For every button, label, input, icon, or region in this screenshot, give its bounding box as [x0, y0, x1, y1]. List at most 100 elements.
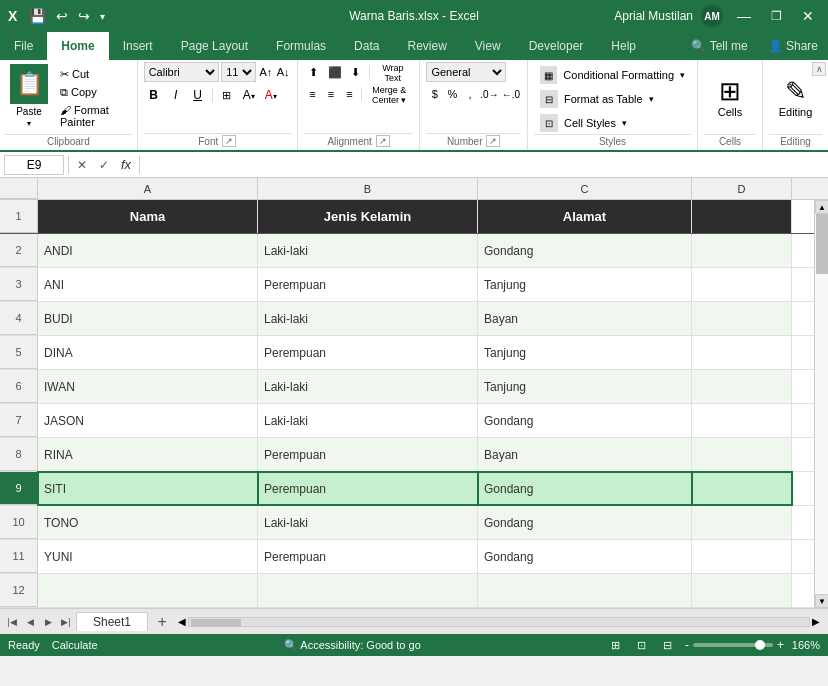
cell[interactable]: TONO	[38, 506, 258, 539]
bold-button[interactable]: B	[144, 85, 164, 105]
col-header-d[interactable]: D	[692, 178, 792, 199]
cell[interactable]	[692, 370, 792, 403]
tab-help[interactable]: Help	[597, 32, 650, 60]
cell[interactable]: DINA	[38, 336, 258, 369]
tab-formulas[interactable]: Formulas	[262, 32, 340, 60]
right-align-button[interactable]: ≡	[341, 84, 358, 104]
increase-font-size-button[interactable]: A↑	[258, 63, 273, 81]
tab-developer[interactable]: Developer	[515, 32, 598, 60]
col-header-a[interactable]: A	[38, 178, 258, 199]
h-scroll-left-button[interactable]: ◀	[178, 616, 186, 627]
scroll-track[interactable]	[815, 214, 828, 594]
cell[interactable]	[692, 438, 792, 471]
h-scroll-right-button[interactable]: ▶	[812, 616, 820, 627]
cancel-formula-button[interactable]: ✕	[73, 156, 91, 174]
collapse-ribbon-button[interactable]: ∧	[812, 62, 826, 76]
formula-input[interactable]	[144, 155, 824, 175]
share-button[interactable]: 👤 Share	[758, 32, 828, 60]
cell[interactable]: Nama	[38, 200, 258, 233]
qat-dropdown-button[interactable]: ▾	[98, 9, 107, 24]
tab-page-layout[interactable]: Page Layout	[167, 32, 262, 60]
cell[interactable]	[692, 506, 792, 539]
fill-color-button[interactable]: A▾	[239, 85, 259, 105]
cell[interactable]: Tanjung	[478, 370, 692, 403]
cell[interactable]	[692, 472, 792, 505]
sheet-nav-last-button[interactable]: ▶|	[58, 614, 74, 630]
copy-button[interactable]: ⧉ Copy	[56, 84, 133, 101]
center-align-button[interactable]: ≡	[322, 84, 339, 104]
sheet-nav-prev-button[interactable]: ◀	[22, 614, 38, 630]
tab-review[interactable]: Review	[393, 32, 460, 60]
cell[interactable]	[692, 302, 792, 335]
cell[interactable]: Jenis Kelamin	[258, 200, 478, 233]
font-name-select[interactable]: Calibri	[144, 62, 219, 82]
font-size-select[interactable]: 11	[221, 62, 256, 82]
format-painter-button[interactable]: 🖌 Format Painter	[56, 102, 133, 130]
cell[interactable]: Laki-laki	[258, 506, 478, 539]
format-as-table-button[interactable]: ⊟ Format as Table ▾	[534, 88, 691, 110]
cell[interactable]: Perempuan	[258, 472, 478, 505]
comma-button[interactable]: ,	[462, 85, 479, 103]
wrap-text-button[interactable]: Wrap Text	[373, 62, 413, 82]
zoom-decrease-button[interactable]: -	[685, 638, 689, 652]
paste-button[interactable]: 📋 Paste ▾	[4, 62, 54, 130]
cell-styles-button[interactable]: ⊡ Cell Styles ▾	[534, 112, 691, 134]
cut-button[interactable]: ✂ Cut	[56, 66, 133, 83]
cell[interactable]	[692, 540, 792, 573]
cell[interactable]	[692, 234, 792, 267]
zoom-slider-track[interactable]	[693, 643, 773, 647]
tab-view[interactable]: View	[461, 32, 515, 60]
conditional-formatting-button[interactable]: ▦ Conditional Formatting ▾	[534, 64, 691, 86]
scroll-thumb[interactable]	[816, 214, 828, 274]
cell-reference-input[interactable]	[4, 155, 64, 175]
redo-button[interactable]: ↪	[76, 6, 92, 26]
restore-button[interactable]: ❐	[765, 7, 788, 25]
cell[interactable]: Laki-laki	[258, 302, 478, 335]
cell[interactable]: RINA	[38, 438, 258, 471]
zoom-increase-button[interactable]: +	[777, 638, 784, 652]
cell[interactable]: Alamat	[478, 200, 692, 233]
h-scrollbar-thumb[interactable]	[191, 619, 241, 627]
cell[interactable]: Perempuan	[258, 438, 478, 471]
tell-me-input[interactable]: 🔍 Tell me	[681, 32, 758, 60]
number-format-select[interactable]: General	[426, 62, 506, 82]
cell[interactable]: Bayan	[478, 438, 692, 471]
cell[interactable]: Perempuan	[258, 336, 478, 369]
cell[interactable]: ANI	[38, 268, 258, 301]
scroll-up-button[interactable]: ▲	[815, 200, 828, 214]
tab-file[interactable]: File	[0, 32, 47, 60]
cell[interactable]: Gondang	[478, 540, 692, 573]
col-header-c[interactable]: C	[478, 178, 692, 199]
cell[interactable]: Laki-laki	[258, 404, 478, 437]
merge-center-button[interactable]: Merge & Center ▾	[365, 84, 413, 104]
cell[interactable]: Tanjung	[478, 268, 692, 301]
cell[interactable]: JASON	[38, 404, 258, 437]
cell[interactable]	[478, 574, 692, 607]
tab-home[interactable]: Home	[47, 32, 108, 60]
cell[interactable]	[692, 404, 792, 437]
close-button[interactable]: ✕	[796, 6, 820, 26]
cell[interactable]: Gondang	[478, 404, 692, 437]
cell[interactable]: Gondang	[478, 234, 692, 267]
cell[interactable]	[692, 200, 792, 233]
cell[interactable]: ANDI	[38, 234, 258, 267]
cell[interactable]	[38, 574, 258, 607]
cell[interactable]: YUNI	[38, 540, 258, 573]
cell[interactable]: Gondang	[478, 472, 692, 505]
cell[interactable]: Tanjung	[478, 336, 692, 369]
add-sheet-button[interactable]: +	[152, 612, 172, 632]
cell[interactable]: Perempuan	[258, 268, 478, 301]
undo-button[interactable]: ↩	[54, 6, 70, 26]
sheet-nav-next-button[interactable]: ▶	[40, 614, 56, 630]
cell[interactable]	[692, 574, 792, 607]
left-align-button[interactable]: ≡	[304, 84, 321, 104]
scroll-down-button[interactable]: ▼	[815, 594, 828, 608]
cell[interactable]: BUDI	[38, 302, 258, 335]
decrease-decimal-button[interactable]: ←.0	[501, 85, 521, 103]
cell[interactable]: Perempuan	[258, 540, 478, 573]
cell[interactable]	[258, 574, 478, 607]
confirm-formula-button[interactable]: ✓	[95, 156, 113, 174]
font-color-button[interactable]: A▾	[261, 85, 281, 105]
cell[interactable]	[692, 268, 792, 301]
zoom-slider-thumb[interactable]	[755, 640, 765, 650]
